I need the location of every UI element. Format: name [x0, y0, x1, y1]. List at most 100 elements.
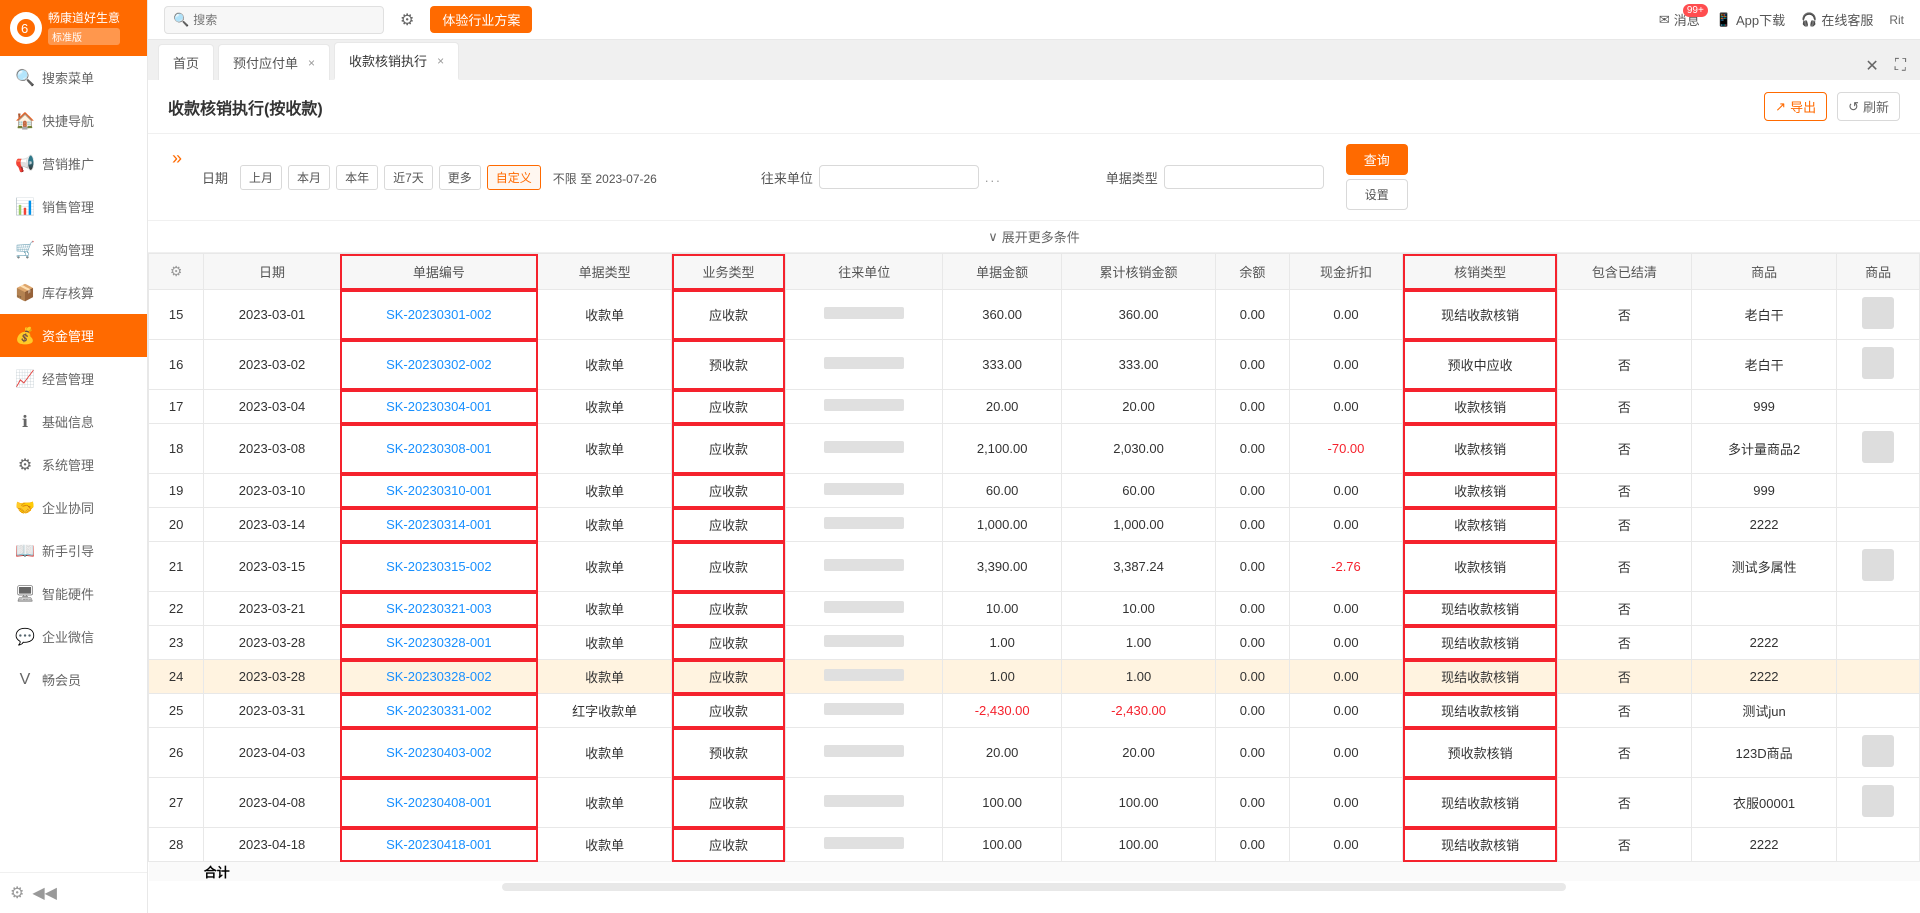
cell-settled: 20.00 [1061, 390, 1215, 424]
sidebar-item-10[interactable]: 🤝企业协同 [0, 486, 147, 529]
custom-btn[interactable]: 自定义 [487, 165, 541, 190]
tab-verify-close[interactable]: × [437, 54, 444, 68]
sidebar-item-9[interactable]: ⚙系统管理 [0, 443, 147, 486]
code-link[interactable]: SK-20230315-002 [386, 559, 492, 574]
cell-balance: 0.00 [1216, 290, 1289, 340]
tab-verify[interactable]: 收款核销执行 × [334, 42, 459, 80]
sidebar-item-11[interactable]: 📖新手引导 [0, 529, 147, 572]
code-link[interactable]: SK-20230418-001 [386, 837, 492, 852]
search-input[interactable] [193, 13, 375, 27]
filter-row-1: 日期 上月 本月 本年 近7天 更多 自定义 不限 至 2023-07-26 往… [202, 144, 1408, 210]
tab-prepay-label: 预付应付单 [233, 53, 298, 72]
more-btn[interactable]: 更多 [439, 165, 481, 190]
sidebar-item-6[interactable]: 💰资金管理 [0, 314, 147, 357]
cell-bill-type: 收款单 [538, 474, 672, 508]
cell-bill-type: 收款单 [538, 828, 672, 862]
code-link[interactable]: SK-20230301-002 [386, 307, 492, 322]
this-year-btn[interactable]: 本年 [336, 165, 378, 190]
setting-button[interactable]: 设置 [1346, 179, 1408, 210]
last-7days-btn[interactable]: 近7天 [384, 165, 433, 190]
cell-bill-type: 收款单 [538, 592, 672, 626]
horizontal-scrollbar[interactable] [502, 883, 1565, 891]
maximize-icon[interactable]: ⛶ [1891, 53, 1910, 79]
filter-toggle-icon[interactable]: » [168, 144, 186, 173]
cell-code: SK-20230403-002 [340, 728, 537, 778]
code-link[interactable]: SK-20230403-002 [386, 745, 492, 760]
col-settings[interactable]: ⚙ [149, 254, 204, 290]
data-table: ⚙ 日期 单据编号 单据类型 业务类型 往来单位 单据金额 累计核销金额 余额 … [148, 253, 1920, 881]
tab-prepay-close[interactable]: × [308, 56, 315, 70]
message-button[interactable]: ✉ 消息 99+ [1659, 10, 1700, 29]
date-filter-buttons: 上月 本月 本年 近7天 更多 自定义 [240, 165, 541, 190]
sidebar-item-1[interactable]: 🏠快捷导航 [0, 99, 147, 142]
code-link[interactable]: SK-20230308-001 [386, 441, 492, 456]
cell-bill-type: 收款单 [538, 626, 672, 660]
tab-prepay[interactable]: 预付应付单 × [218, 44, 330, 80]
close-tab-icon[interactable]: ✕ [1861, 52, 1882, 80]
query-button[interactable]: 查询 [1346, 144, 1408, 175]
cell-product: 测试jun [1691, 694, 1836, 728]
sidebar-item-12[interactable]: 🖥智能硬件 [0, 572, 147, 615]
user-name[interactable]: Rit [1889, 13, 1904, 27]
code-link[interactable]: SK-20230314-001 [386, 517, 492, 532]
cell-product-img [1837, 626, 1920, 660]
code-link[interactable]: SK-20230328-001 [386, 635, 492, 650]
expand-filter-bar[interactable]: ∨ 展开更多条件 [148, 221, 1920, 253]
search-bar[interactable]: 🔍 [164, 6, 384, 34]
sidebar-item-13[interactable]: 💬企业微信 [0, 615, 147, 658]
export-button[interactable]: ↗ 导出 [1764, 92, 1827, 121]
cell-date: 2023-03-04 [204, 390, 340, 424]
sidebar-item-5[interactable]: 📦库存核算 [0, 271, 147, 314]
last-month-btn[interactable]: 上月 [240, 165, 282, 190]
collapse-icon[interactable]: ◀◀ [32, 883, 57, 903]
sidebar-item-2[interactable]: 📢营销推广 [0, 142, 147, 185]
code-link[interactable]: SK-20230302-002 [386, 357, 492, 372]
sidebar-item-3[interactable]: 📊销售管理 [0, 185, 147, 228]
sidebar-item-14[interactable]: V畅会员 [0, 658, 147, 701]
cell-settled: 3,387.24 [1061, 542, 1215, 592]
cell-bill-type: 收款单 [538, 660, 672, 694]
this-month-btn[interactable]: 本月 [288, 165, 330, 190]
cell-date: 2023-03-10 [204, 474, 340, 508]
gear-icon[interactable]: ⚙ [400, 10, 414, 30]
code-link[interactable]: SK-20230321-003 [386, 601, 492, 616]
type-select[interactable] [1164, 165, 1324, 189]
sidebar-label-9: 系统管理 [42, 455, 94, 474]
unit-dots[interactable]: ... [985, 170, 1002, 185]
cell-code: SK-20230304-001 [340, 390, 537, 424]
phone-icon: 📱 [1716, 12, 1732, 28]
refresh-icon: ↺ [1848, 99, 1859, 115]
table-row: 27 2023-04-08 SK-20230408-001 收款单 应收款 10… [149, 778, 1920, 828]
cell-amount: 3,390.00 [943, 542, 1061, 592]
refresh-button[interactable]: ↺ 刷新 [1837, 92, 1900, 121]
sidebar-icon-11: 📖 [16, 542, 34, 560]
customer-service-button[interactable]: 🎧 在线客服 [1801, 10, 1873, 29]
sidebar-item-7[interactable]: 📈经营管理 [0, 357, 147, 400]
settings-icon[interactable]: ⚙ [10, 883, 24, 903]
table-row: 16 2023-03-02 SK-20230302-002 收款单 预收款 33… [149, 340, 1920, 390]
code-link[interactable]: SK-20230328-002 [386, 669, 492, 684]
logo-icon: 6 [10, 12, 42, 44]
tab-home[interactable]: 首页 [158, 44, 214, 80]
app-download-button[interactable]: 📱 App下载 [1716, 10, 1785, 29]
solution-button[interactable]: 体验行业方案 [430, 6, 532, 33]
cell-bill-type: 红字收款单 [538, 694, 672, 728]
cell-biz-type: 应收款 [672, 424, 786, 474]
search-icon: 🔍 [173, 12, 189, 28]
cell-no: 18 [149, 424, 204, 474]
sidebar-item-8[interactable]: ℹ基础信息 [0, 400, 147, 443]
unit-filter: 往来单位 ... [761, 165, 1002, 189]
table-row: 21 2023-03-15 SK-20230315-002 收款单 应收款 3,… [149, 542, 1920, 592]
code-link[interactable]: SK-20230304-001 [386, 399, 492, 414]
cell-discount: 0.00 [1289, 474, 1403, 508]
cell-settled: 333.00 [1061, 340, 1215, 390]
cell-verify-type: 现结收款核销 [1403, 694, 1557, 728]
cell-amount: 20.00 [943, 728, 1061, 778]
unit-input[interactable] [819, 165, 979, 189]
code-link[interactable]: SK-20230331-002 [386, 703, 492, 718]
sidebar-item-0[interactable]: 🔍搜索菜单 [0, 56, 147, 99]
code-link[interactable]: SK-20230310-001 [386, 483, 492, 498]
sidebar-item-4[interactable]: 🛒采购管理 [0, 228, 147, 271]
code-link[interactable]: SK-20230408-001 [386, 795, 492, 810]
data-table-container: ⚙ 日期 单据编号 单据类型 业务类型 往来单位 单据金额 累计核销金额 余额 … [148, 253, 1920, 913]
